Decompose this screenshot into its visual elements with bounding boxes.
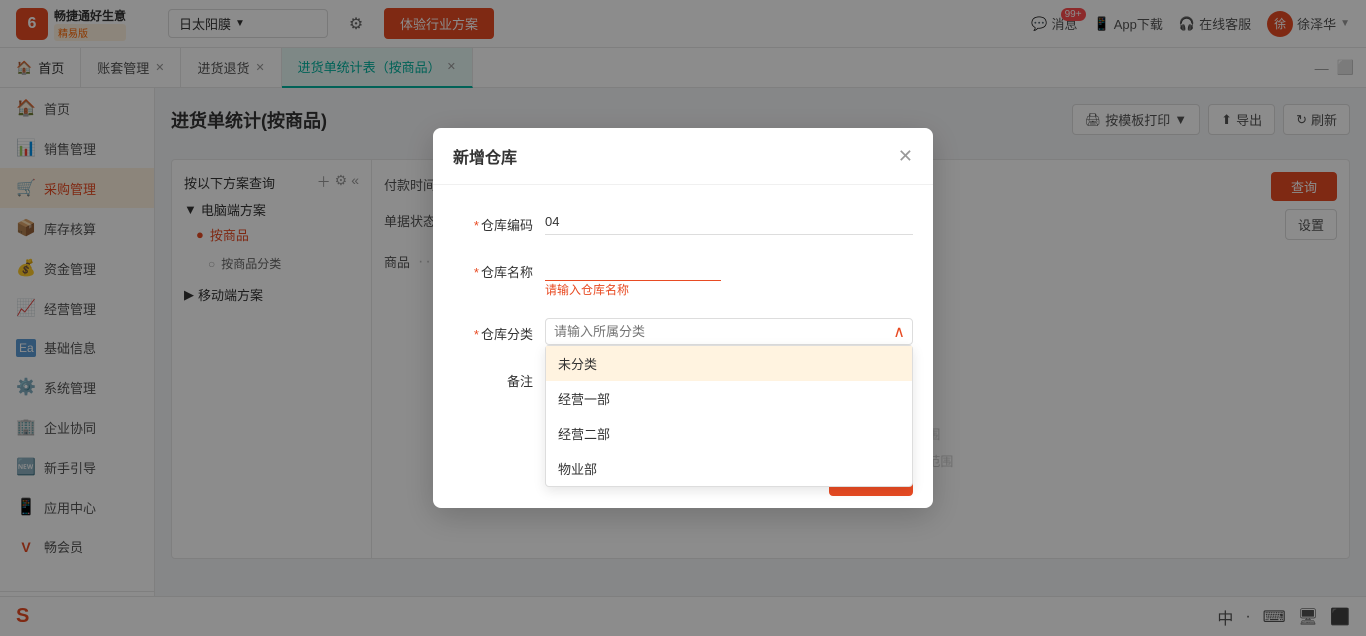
note-label: 备注 [453, 365, 533, 390]
name-error-msg: 请输入仓库名称 [453, 281, 629, 298]
modal-close-icon[interactable]: ✕ [898, 146, 913, 167]
modal-body: *仓库编码 *仓库名称 请输入仓库名称 [433, 185, 933, 450]
modal-title: 新增仓库 [453, 144, 517, 168]
dropdown-arrow-icon[interactable]: ∧ [893, 322, 905, 342]
category-input[interactable] [545, 318, 913, 345]
name-input[interactable] [545, 255, 721, 281]
modal-overlay: 新增仓库 ✕ *仓库编码 *仓库名称 [0, 0, 1366, 636]
category-dropdown: ∧ 未分类 经营一部 经营二部 物业部 [545, 318, 913, 345]
code-input[interactable] [545, 209, 913, 235]
form-row-name: *仓库名称 请输入仓库名称 [453, 255, 913, 298]
dropdown-option-dept3[interactable]: 物业部 [546, 451, 912, 486]
dropdown-option-dept2[interactable]: 经营二部 [546, 416, 912, 451]
form-row-code: *仓库编码 [453, 209, 913, 235]
form-row-category: *仓库分类 ∧ 未分类 经营一部 经营二部 物业部 [453, 318, 913, 345]
dropdown-option-dept1[interactable]: 经营一部 [546, 381, 912, 416]
modal-new-warehouse: 新增仓库 ✕ *仓库编码 *仓库名称 [433, 128, 933, 508]
dropdown-option-none[interactable]: 未分类 [546, 346, 912, 381]
code-label: *仓库编码 [453, 209, 533, 234]
category-label: *仓库分类 [453, 318, 533, 343]
name-label: *仓库名称 [453, 256, 533, 281]
category-dropdown-list: 未分类 经营一部 经营二部 物业部 [545, 345, 913, 487]
modal-header: 新增仓库 ✕ [433, 128, 933, 185]
